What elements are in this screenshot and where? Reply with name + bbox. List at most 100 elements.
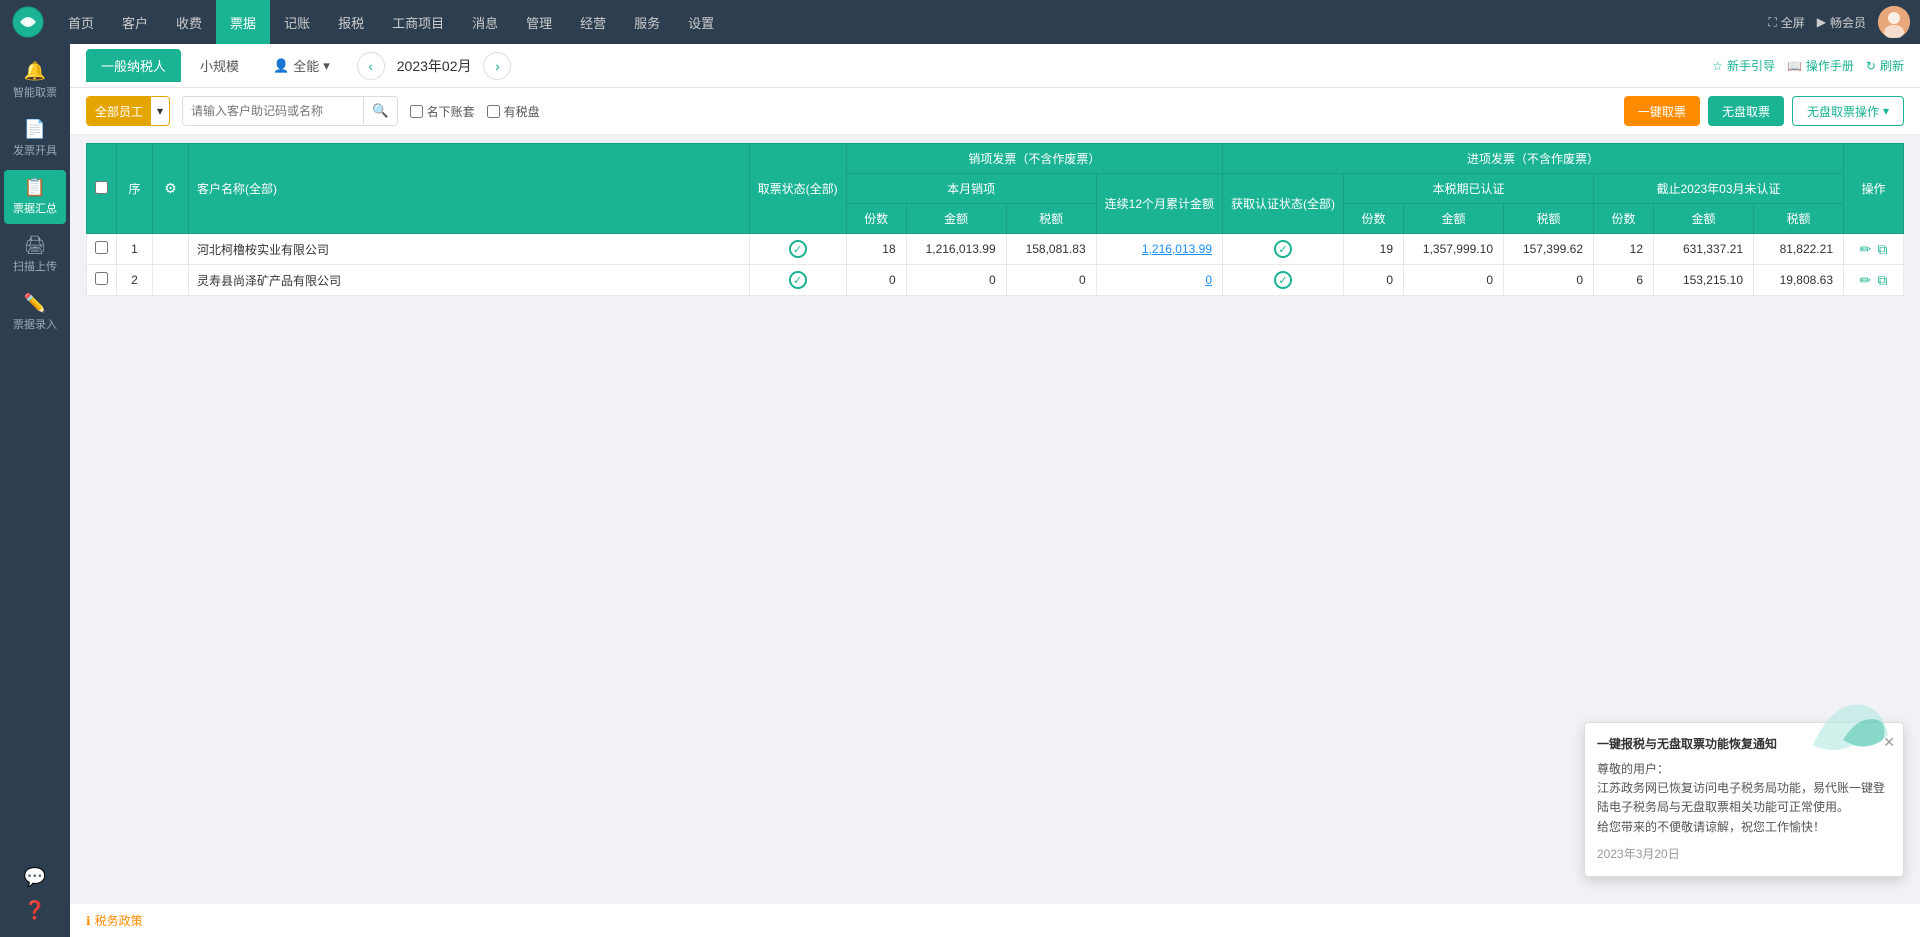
row-ticket-status-2: ✓ (749, 265, 846, 296)
edit-icon-1[interactable]: ✏ (1860, 241, 1872, 258)
row-actions-2: ✏ ⧉ (1844, 265, 1904, 296)
nav-invoice[interactable]: 票据 (216, 0, 270, 44)
row-customer-2: 灵寿县尚泽矿产品有限公司 (189, 265, 750, 296)
row-purchase-cert-tax-1: 157,399.62 (1504, 234, 1594, 265)
nav-billing[interactable]: 收费 (162, 0, 216, 44)
nav-menu: 首页 客户 收费 票据 记账 报税 工商项目 消息 管理 经营 服务 设置 (54, 0, 1768, 44)
row-sales-count-1: 18 (846, 234, 906, 265)
employee-value[interactable]: ▾ (151, 104, 169, 118)
member-btn[interactable]: ▶ 畅会员 (1817, 14, 1866, 31)
new-guide-btn[interactable]: ☆ 新手引导 (1712, 57, 1775, 74)
diskless-ticket-action-btn[interactable]: 无盘取票操作 ▾ (1792, 96, 1904, 126)
row-index-2: 2 (117, 265, 153, 296)
th-actions: 操作 (1844, 144, 1904, 234)
th-index: 序 (117, 144, 153, 234)
th-cert-status: 获取认证状态(全部) (1223, 174, 1344, 234)
row-checkbox-1[interactable] (87, 234, 117, 265)
nav-service[interactable]: 服务 (620, 0, 674, 44)
period-prev-btn[interactable]: ‹ (357, 52, 385, 80)
top-navigation: 首页 客户 收费 票据 记账 报税 工商项目 消息 管理 经营 服务 设置 ⛶ … (0, 0, 1920, 44)
nav-message[interactable]: 消息 (458, 0, 512, 44)
play-icon: ▶ (1817, 15, 1826, 29)
employee-select[interactable]: 全部员工 ▾ (86, 96, 170, 126)
row-purchase-uncert-tax-2: 19,808.63 (1754, 265, 1844, 296)
th-sales-amount: 金额 (906, 204, 1006, 234)
manual-btn[interactable]: 📖 操作手册 (1787, 57, 1854, 74)
top-nav-right: ⛶ 全屏 ▶ 畅会员 (1768, 6, 1910, 38)
search-input[interactable] (183, 97, 363, 125)
sidebar-item-issue-invoice[interactable]: 📄 发票开具 (4, 112, 66, 166)
nav-manage[interactable]: 管理 (512, 0, 566, 44)
th-checkbox[interactable] (87, 144, 117, 234)
own-account-checkbox[interactable] (410, 105, 423, 118)
nav-settings[interactable]: 设置 (674, 0, 728, 44)
sidebar-item-scan-upload[interactable]: 🖨 扫描上传 (4, 228, 66, 282)
table-row: 1 河北柯橹桉实业有限公司 ✓ 18 1,216,013.99 158,081.… (87, 234, 1904, 265)
sidebar-bottom: 💬 ❓ (24, 867, 46, 921)
row-checkbox-2[interactable] (87, 265, 117, 296)
row-settings-2 (153, 265, 189, 296)
nav-business[interactable]: 工商项目 (378, 0, 458, 44)
tab-full[interactable]: 👤 全能 ▾ (258, 49, 345, 82)
period-next-btn[interactable]: › (483, 52, 511, 80)
app-logo[interactable] (10, 4, 46, 40)
nav-tax[interactable]: 报税 (324, 0, 378, 44)
row-cert-status-2: ✓ (1223, 265, 1344, 296)
tab-general-taxpayer[interactable]: 一般纳税人 (86, 49, 181, 82)
th-sales-monthly: 本月销项 (846, 174, 1096, 204)
edit-icon-2[interactable]: ✏ (1860, 272, 1872, 289)
pencil-icon: ✏️ (24, 294, 46, 312)
checkbox-has-taxdisk[interactable]: 有税盘 (487, 103, 540, 120)
one-click-ticket-btn[interactable]: 一键取票 (1624, 96, 1700, 126)
select-all-checkbox[interactable] (95, 181, 108, 194)
chat-icon[interactable]: 💬 (24, 867, 46, 888)
th-customer-name: 客户名称(全部) (189, 144, 750, 234)
nav-accounting[interactable]: 记账 (270, 0, 324, 44)
chevron-down-icon: ▾ (157, 104, 163, 118)
notification-popup: ✕ 一键报税与无盘取票功能恢复通知 尊敬的用户： 江苏政务网已恢复访问电子税务局… (1584, 722, 1904, 877)
row-actions-1: ✏ ⧉ (1844, 234, 1904, 265)
action-icons-2: ✏ ⧉ (1852, 272, 1895, 289)
check-circle-icon: ✓ (1274, 240, 1292, 258)
row-purchase-cert-amount-2: 0 (1404, 265, 1504, 296)
employee-label: 全部员工 (87, 97, 151, 125)
checkbox-own-account[interactable]: 名下账套 (410, 103, 475, 120)
row-sales-tax-1: 158,081.83 (1006, 234, 1096, 265)
sidebar-item-smart-ticket[interactable]: 🔔 智能取票 (4, 54, 66, 108)
sidebar-item-invoice-entry[interactable]: ✏️ 票据录入 (4, 286, 66, 340)
has-taxdisk-checkbox[interactable] (487, 105, 500, 118)
tab-full-icon: 👤 (273, 58, 289, 74)
sidebar-item-invoice-summary[interactable]: 📋 票据汇总 (4, 170, 66, 224)
check-circle-icon: ✓ (1274, 271, 1292, 289)
fullscreen-icon: ⛶ (1768, 15, 1776, 30)
row-cert-status-1: ✓ (1223, 234, 1344, 265)
tax-policy-link[interactable]: ℹ 税务政策 (86, 912, 143, 929)
nav-home[interactable]: 首页 (54, 0, 108, 44)
diskless-ticket-btn[interactable]: 无盘取票 (1708, 96, 1784, 126)
th-sales-count: 份数 (846, 204, 906, 234)
clipboard-icon: 📋 (24, 178, 46, 196)
notification-body: 尊敬的用户： 江苏政务网已恢复访问电子税务局功能，易代账一键登陆电子税务局与无盘… (1597, 760, 1891, 864)
user-avatar[interactable] (1878, 6, 1910, 38)
notification-close-btn[interactable]: ✕ (1883, 731, 1895, 753)
settings-icon[interactable]: ⚙ (161, 180, 180, 197)
row-purchase-uncert-amount-2: 153,215.10 (1654, 265, 1754, 296)
fullscreen-btn[interactable]: ⛶ 全屏 (1768, 14, 1804, 31)
row-sales-cumulative-2[interactable]: 0 (1096, 265, 1222, 296)
row-index-1: 1 (117, 234, 153, 265)
th-sales-cumulative: 连续12个月累计金额 (1096, 174, 1222, 234)
tab-small-scale[interactable]: 小规模 (185, 49, 254, 82)
star-icon: ☆ (1712, 59, 1723, 73)
th-purchase-uncertified: 截止2023年03月未认证 (1594, 174, 1844, 204)
search-button[interactable]: 🔍 (363, 97, 397, 125)
help-icon[interactable]: ❓ (24, 900, 46, 921)
notification-date: 2023年3月20日 (1597, 845, 1891, 864)
refresh-btn[interactable]: ↻ 刷新 (1866, 57, 1904, 74)
check-circle-icon: ✓ (789, 271, 807, 289)
nav-operation[interactable]: 经营 (566, 0, 620, 44)
row-sales-cumulative-1[interactable]: 1,216,013.99 (1096, 234, 1222, 265)
row-purchase-cert-tax-2: 0 (1504, 265, 1594, 296)
copy-icon-2[interactable]: ⧉ (1877, 272, 1887, 289)
copy-icon-1[interactable]: ⧉ (1877, 241, 1887, 258)
nav-customer[interactable]: 客户 (108, 0, 162, 44)
